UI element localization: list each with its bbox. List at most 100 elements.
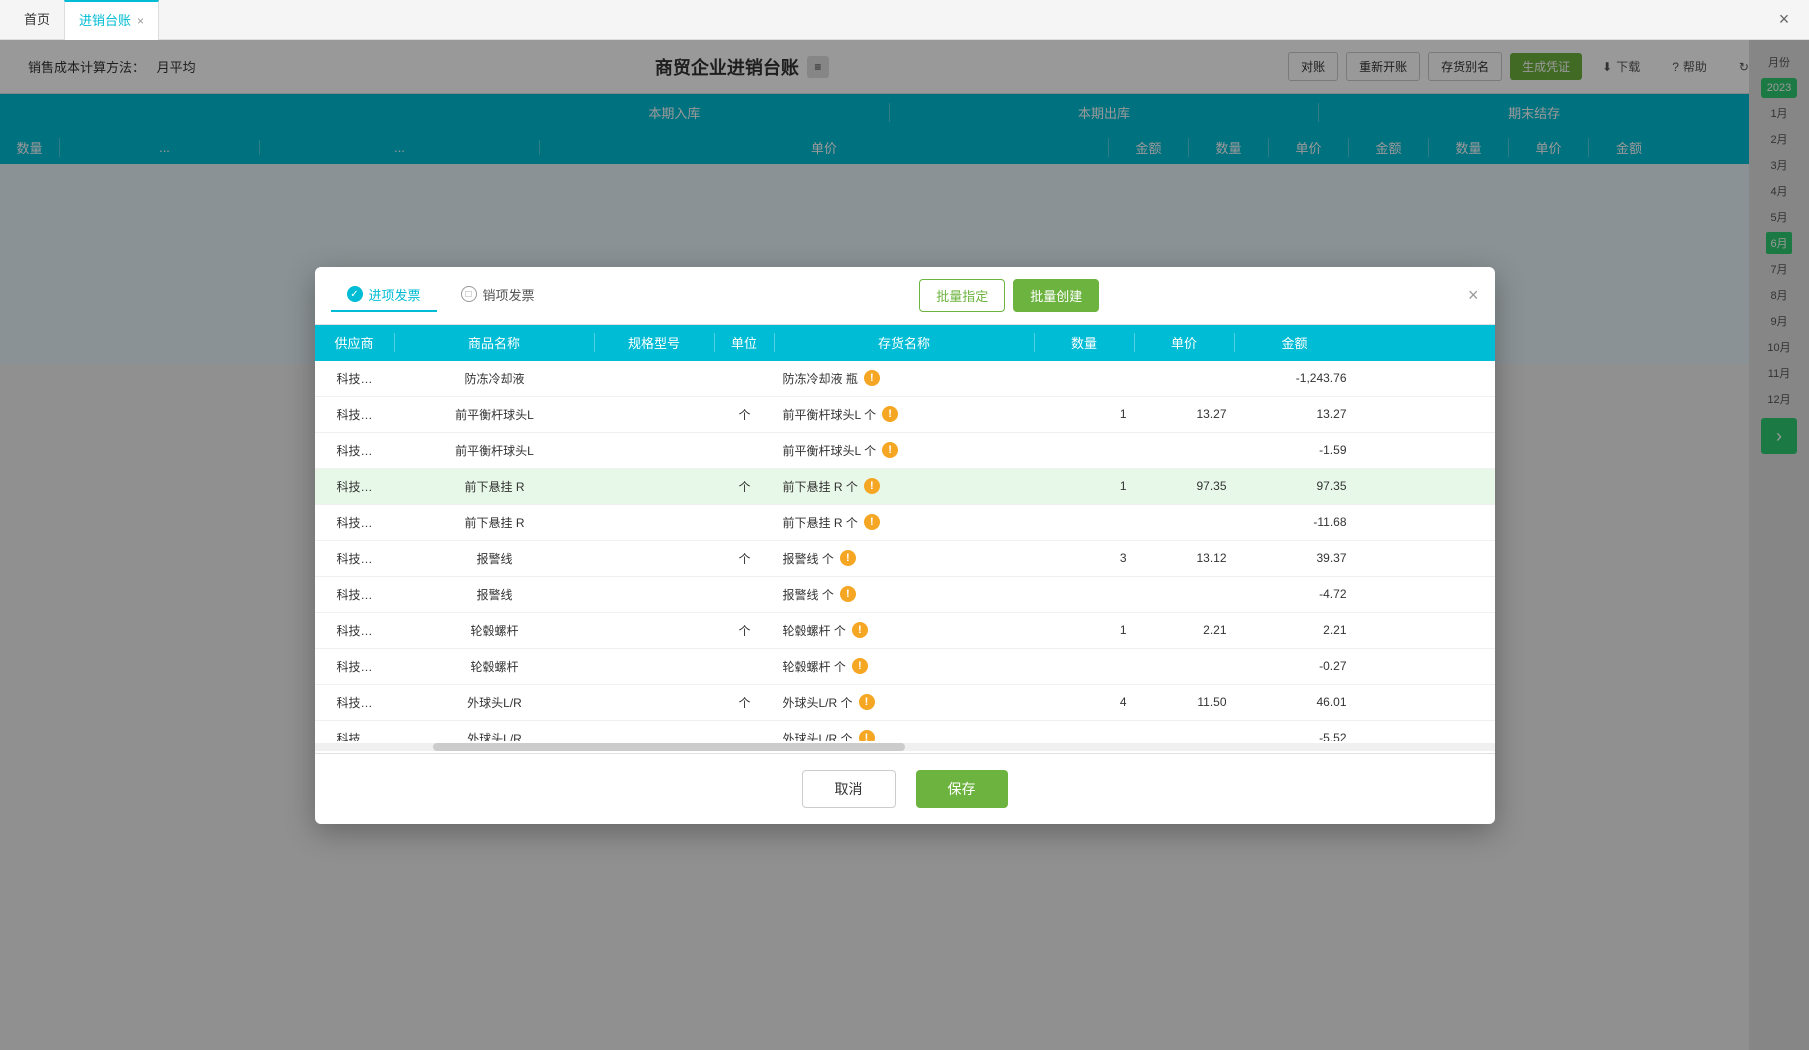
- cell-amount: 13.27: [1235, 407, 1355, 421]
- cell-amount: -0.27: [1235, 659, 1355, 673]
- cell-product-name: 防冻冷却液: [395, 370, 595, 387]
- cell-inventory-name: 外球头L/R 个 !: [775, 694, 1035, 711]
- cell-amount: 39.37: [1235, 551, 1355, 565]
- cell-supplier: 科技…: [315, 478, 395, 495]
- warning-icon: !: [840, 550, 856, 566]
- warning-icon: !: [859, 730, 875, 741]
- warning-icon: !: [852, 622, 868, 638]
- col-product-name: 商品名称: [395, 333, 595, 352]
- warning-icon: !: [864, 370, 880, 386]
- cell-supplier: 科技…: [315, 586, 395, 603]
- modal-toolbar: 批量指定 批量创建: [919, 279, 1099, 312]
- table-row[interactable]: 科技… 前下悬挂 R 个 前下悬挂 R 个 ! 1 97.35 97.35: [315, 469, 1495, 505]
- tab-inbound-label: 进项发票: [369, 285, 421, 304]
- scrollbar-thumb: [433, 743, 905, 751]
- cell-product-name: 外球头L/R: [395, 730, 595, 741]
- cell-quantity: 1: [1035, 407, 1135, 421]
- tab-close-icon[interactable]: ×: [137, 1, 144, 41]
- cell-amount: 46.01: [1235, 695, 1355, 709]
- table-row[interactable]: 科技… 报警线 报警线 个 ! -4.72: [315, 577, 1495, 613]
- col-amount: 金额: [1235, 333, 1355, 352]
- warning-icon: !: [864, 478, 880, 494]
- save-button[interactable]: 保存: [916, 770, 1008, 808]
- table-row[interactable]: 科技… 防冻冷却液 防冻冷却液 瓶 ! -1,243.76: [315, 361, 1495, 397]
- tab-active-label: 进销台账: [79, 1, 131, 41]
- cell-supplier: 科技…: [315, 622, 395, 639]
- cell-unit: 个: [715, 622, 775, 639]
- table-row[interactable]: 科技… 前下悬挂 R 前下悬挂 R 个 ! -11.68: [315, 505, 1495, 541]
- col-inventory-name: 存货名称: [775, 333, 1035, 352]
- cell-amount: -1.59: [1235, 443, 1355, 457]
- main-area: 销售成本计算方法： 月平均 商贸企业进销台账 ≡ 对账 重新开账 存货别名 生成…: [0, 40, 1809, 1050]
- table-row[interactable]: 科技… 外球头L/R 个 外球头L/R 个 ! 4 11.50 46.01: [315, 685, 1495, 721]
- cell-quantity: 3: [1035, 551, 1135, 565]
- cell-inventory-name: 前平衡杆球头L 个 !: [775, 442, 1035, 459]
- cell-quantity: 1: [1035, 623, 1135, 637]
- tab-inbound-invoice[interactable]: ✓ 进项发票: [331, 279, 437, 312]
- cell-supplier: 科技…: [315, 658, 395, 675]
- col-unit: 单位: [715, 333, 775, 352]
- cell-amount: -4.72: [1235, 587, 1355, 601]
- warning-icon: !: [840, 586, 856, 602]
- batch-assign-button[interactable]: 批量指定: [919, 279, 1005, 312]
- tab-active[interactable]: 进销台账 ×: [64, 0, 159, 40]
- cell-inventory-name: 防冻冷却液 瓶 !: [775, 370, 1035, 387]
- cell-product-name: 前平衡杆球头L: [395, 442, 595, 459]
- modal-table-body: 科技… 防冻冷却液 防冻冷却液 瓶 ! -1,243.76 科技… 前平衡杆球头…: [315, 361, 1495, 741]
- cell-inventory-name: 前下悬挂 R 个 !: [775, 514, 1035, 531]
- top-bar: 首页 进销台账 × ×: [0, 0, 1809, 40]
- tab-inbound-icon: ✓: [347, 286, 363, 302]
- warning-icon: !: [864, 514, 880, 530]
- cell-amount: 2.21: [1235, 623, 1355, 637]
- cell-unit-price: 13.12: [1135, 551, 1235, 565]
- tab-outbound-invoice[interactable]: □ 销项发票: [445, 279, 551, 312]
- cell-supplier: 科技…: [315, 442, 395, 459]
- cell-supplier: 科技…: [315, 694, 395, 711]
- table-row[interactable]: 科技… 轮毂螺杆 个 轮毂螺杆 个 ! 1 2.21 2.21: [315, 613, 1495, 649]
- modal-overlay: ✓ 进项发票 □ 销项发票 批量指定 批量创建 × 供应商 商品名称 规: [0, 40, 1809, 1050]
- cell-unit-price: 2.21: [1135, 623, 1235, 637]
- cell-product-name: 外球头L/R: [395, 694, 595, 711]
- table-row[interactable]: 科技… 前平衡杆球头L 前平衡杆球头L 个 ! -1.59: [315, 433, 1495, 469]
- modal-footer: 取消 保存: [315, 753, 1495, 824]
- cell-quantity: 4: [1035, 695, 1135, 709]
- table-row[interactable]: 科技… 前平衡杆球头L 个 前平衡杆球头L 个 ! 1 13.27 13.27: [315, 397, 1495, 433]
- modal-close-button[interactable]: ×: [1468, 285, 1479, 306]
- col-unit-price: 单价: [1135, 333, 1235, 352]
- cell-inventory-name: 报警线 个 !: [775, 550, 1035, 567]
- cancel-button[interactable]: 取消: [802, 770, 896, 808]
- cell-unit: 个: [715, 550, 775, 567]
- cell-product-name: 前下悬挂 R: [395, 478, 595, 495]
- cell-supplier: 科技…: [315, 370, 395, 387]
- tab-home[interactable]: 首页: [10, 0, 64, 40]
- cell-amount: -1,243.76: [1235, 371, 1355, 385]
- cell-inventory-name: 报警线 个 !: [775, 586, 1035, 603]
- table-row[interactable]: 科技… 报警线 个 报警线 个 ! 3 13.12 39.37: [315, 541, 1495, 577]
- col-spec: 规格型号: [595, 333, 715, 352]
- warning-icon: !: [882, 406, 898, 422]
- tab-outbound-icon: □: [461, 286, 477, 302]
- warning-icon: !: [859, 694, 875, 710]
- cell-product-name: 报警线: [395, 586, 595, 603]
- warning-icon: !: [882, 442, 898, 458]
- cell-product-name: 轮毂螺杆: [395, 622, 595, 639]
- tab-outbound-label: 销项发票: [483, 285, 535, 304]
- modal-dialog: ✓ 进项发票 □ 销项发票 批量指定 批量创建 × 供应商 商品名称 规: [315, 267, 1495, 824]
- cell-supplier: 科技…: [315, 730, 395, 741]
- cell-unit: 个: [715, 478, 775, 495]
- cell-product-name: 轮毂螺杆: [395, 658, 595, 675]
- table-row[interactable]: 科技… 外球头L/R 外球头L/R 个 ! -5.52: [315, 721, 1495, 741]
- table-row[interactable]: 科技… 轮毂螺杆 轮毂螺杆 个 ! -0.27: [315, 649, 1495, 685]
- col-supplier: 供应商: [315, 333, 395, 352]
- window-close-button[interactable]: ×: [1769, 5, 1799, 35]
- cell-inventory-name: 轮毂螺杆 个 !: [775, 622, 1035, 639]
- horizontal-scrollbar[interactable]: [315, 743, 1495, 751]
- modal-header: ✓ 进项发票 □ 销项发票 批量指定 批量创建 ×: [315, 267, 1495, 325]
- warning-icon: !: [852, 658, 868, 674]
- cell-amount: -11.68: [1235, 515, 1355, 529]
- cell-unit-price: 11.50: [1135, 695, 1235, 709]
- cell-amount: -5.52: [1235, 731, 1355, 741]
- batch-create-button[interactable]: 批量创建: [1013, 279, 1099, 312]
- cell-unit: 个: [715, 406, 775, 423]
- cell-quantity: 1: [1035, 479, 1135, 493]
